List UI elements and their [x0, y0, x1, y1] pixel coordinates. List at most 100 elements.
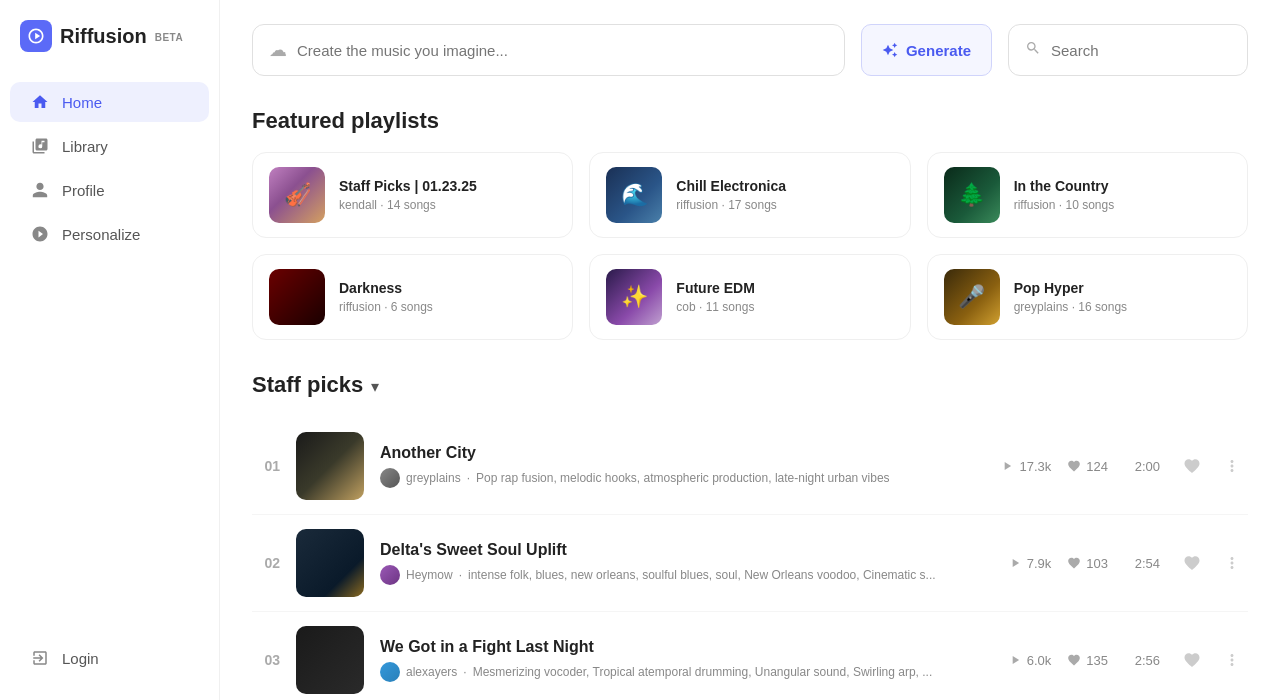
create-input-wrapper[interactable]: ☁: [252, 24, 845, 76]
song-separator-2: ·: [459, 568, 462, 582]
song-plays-1: 17.3k: [1000, 459, 1051, 474]
playlist-name-country: In the Country: [1014, 178, 1115, 194]
generate-button[interactable]: Generate: [861, 24, 992, 76]
sidebar: Riffusion BETA Home Library Profile: [0, 0, 220, 700]
playlist-thumb-staffpicks: 🎻: [269, 167, 325, 223]
playlist-info-staffpicks: Staff Picks | 01.23.25 kendall · 14 song…: [339, 178, 477, 212]
like-button-1[interactable]: [1176, 450, 1208, 482]
song-tags-2: intense folk, blues, new orleans, soulfu…: [468, 568, 936, 582]
playlist-card-staffpicks[interactable]: 🎻 Staff Picks | 01.23.25 kendall · 14 so…: [252, 152, 573, 238]
song-likes-2: 103: [1067, 556, 1108, 571]
playlist-meta-country: riffusion · 10 songs: [1014, 198, 1115, 212]
song-likes-3: 135: [1067, 653, 1108, 668]
playlist-card-darkness[interactable]: Darkness riffusion · 6 songs: [252, 254, 573, 340]
song-author-2: Heymow: [406, 568, 453, 582]
playlist-meta-chill: riffusion · 17 songs: [676, 198, 786, 212]
song-plays-3: 6.0k: [1008, 653, 1052, 668]
playlist-info-country: In the Country riffusion · 10 songs: [1014, 178, 1115, 212]
playlist-name-chill: Chill Electronica: [676, 178, 786, 194]
playlist-thumb-chill: 🌊: [606, 167, 662, 223]
sidebar-item-profile[interactable]: Profile: [10, 170, 209, 210]
topbar: ☁ Generate: [252, 24, 1248, 76]
playlist-card-edm[interactable]: ✨ Future EDM cob · 11 songs: [589, 254, 910, 340]
playlist-thumb-country: 🌲: [944, 167, 1000, 223]
sidebar-home-label: Home: [62, 94, 102, 111]
author-avatar-1: [380, 468, 400, 488]
playlist-info-edm: Future EDM cob · 11 songs: [676, 280, 755, 314]
play-icon: [1000, 459, 1014, 473]
song-stats-1: 17.3k 124 2:00: [1000, 459, 1160, 474]
song-details-3: We Got in a Fight Last Night alexayers ·…: [380, 638, 992, 682]
song-author-row-3: alexayers · Mesmerizing vocoder, Tropica…: [380, 662, 992, 682]
song-details-2: Delta's Sweet Soul Uplift Heymow · inten…: [380, 541, 992, 585]
more-button-2[interactable]: [1216, 547, 1248, 579]
logo-icon: [20, 20, 52, 52]
search-wrapper[interactable]: [1008, 24, 1248, 76]
staff-picks-header: Staff picks ▾: [252, 372, 1248, 398]
sidebar-item-personalize[interactable]: Personalize: [10, 214, 209, 254]
song-number-3: 03: [252, 652, 280, 668]
song-number-2: 02: [252, 555, 280, 571]
generate-label: Generate: [906, 42, 971, 59]
song-actions-3: [1176, 644, 1248, 676]
search-input[interactable]: [1051, 42, 1231, 59]
song-stats-2: 7.9k 103 2:54: [1008, 556, 1160, 571]
playlist-thumb-edm: ✨: [606, 269, 662, 325]
profile-icon: [30, 180, 50, 200]
playlist-card-country[interactable]: 🌲 In the Country riffusion · 10 songs: [927, 152, 1248, 238]
song-author-1: greyplains: [406, 471, 461, 485]
song-thumb-2: [296, 529, 364, 597]
song-thumb-3: [296, 626, 364, 694]
sidebar-item-library[interactable]: Library: [10, 126, 209, 166]
search-icon: [1025, 40, 1041, 60]
song-separator-1: ·: [467, 471, 470, 485]
playlist-meta-hyper: greyplains · 16 songs: [1014, 300, 1127, 314]
sidebar-item-home[interactable]: Home: [10, 82, 209, 122]
chevron-down-icon[interactable]: ▾: [371, 377, 379, 396]
song-duration-1: 2:00: [1124, 459, 1160, 474]
song-author-row-2: Heymow · intense folk, blues, new orlean…: [380, 565, 992, 585]
playlist-meta-edm: cob · 11 songs: [676, 300, 755, 314]
playlist-info-hyper: Pop Hyper greyplains · 16 songs: [1014, 280, 1127, 314]
sidebar-login-label: Login: [62, 650, 99, 667]
playlists-grid: 🎻 Staff Picks | 01.23.25 kendall · 14 so…: [252, 152, 1248, 340]
song-likes-1: 124: [1067, 459, 1108, 474]
playlist-card-hyper[interactable]: 🎤 Pop Hyper greyplains · 16 songs: [927, 254, 1248, 340]
song-item-1: 01 Another City greyplains · Pop rap fus…: [252, 418, 1248, 515]
sidebar-profile-label: Profile: [62, 182, 105, 199]
sidebar-item-login[interactable]: Login: [10, 638, 209, 678]
featured-title: Featured playlists: [252, 108, 1248, 134]
login-icon: [30, 648, 50, 668]
main-content: ☁ Generate Featured playlists 🎻: [220, 0, 1280, 700]
logo-area: Riffusion BETA: [0, 20, 219, 80]
like-button-3[interactable]: [1176, 644, 1208, 676]
song-tags-3: Mesmerizing vocoder, Tropical atemporal …: [473, 665, 933, 679]
playlist-thumb-hyper: 🎤: [944, 269, 1000, 325]
sidebar-personalize-label: Personalize: [62, 226, 140, 243]
app-name: Riffusion: [60, 25, 147, 48]
playlist-card-chill[interactable]: 🌊 Chill Electronica riffusion · 17 songs: [589, 152, 910, 238]
generate-icon: [882, 42, 898, 58]
song-author-3: alexayers: [406, 665, 457, 679]
heart-icon: [1067, 653, 1081, 667]
song-title-3: We Got in a Fight Last Night: [380, 638, 992, 656]
song-details-1: Another City greyplains · Pop rap fusion…: [380, 444, 984, 488]
playlist-meta-darkness: riffusion · 6 songs: [339, 300, 433, 314]
beta-badge: BETA: [155, 32, 183, 43]
playlist-thumb-darkness: [269, 269, 325, 325]
more-button-1[interactable]: [1216, 450, 1248, 482]
song-duration-2: 2:54: [1124, 556, 1160, 571]
playlist-meta-staffpicks: kendall · 14 songs: [339, 198, 477, 212]
personalize-icon: [30, 224, 50, 244]
song-duration-3: 2:56: [1124, 653, 1160, 668]
library-icon: [30, 136, 50, 156]
like-button-2[interactable]: [1176, 547, 1208, 579]
sidebar-library-label: Library: [62, 138, 108, 155]
playlist-name-staffpicks: Staff Picks | 01.23.25: [339, 178, 477, 194]
song-item-3: 03 We Got in a Fight Last Night alexayer…: [252, 612, 1248, 700]
heart-icon: [1067, 556, 1081, 570]
create-input[interactable]: [297, 42, 828, 59]
song-title-2: Delta's Sweet Soul Uplift: [380, 541, 992, 559]
playlist-name-hyper: Pop Hyper: [1014, 280, 1127, 296]
more-button-3[interactable]: [1216, 644, 1248, 676]
